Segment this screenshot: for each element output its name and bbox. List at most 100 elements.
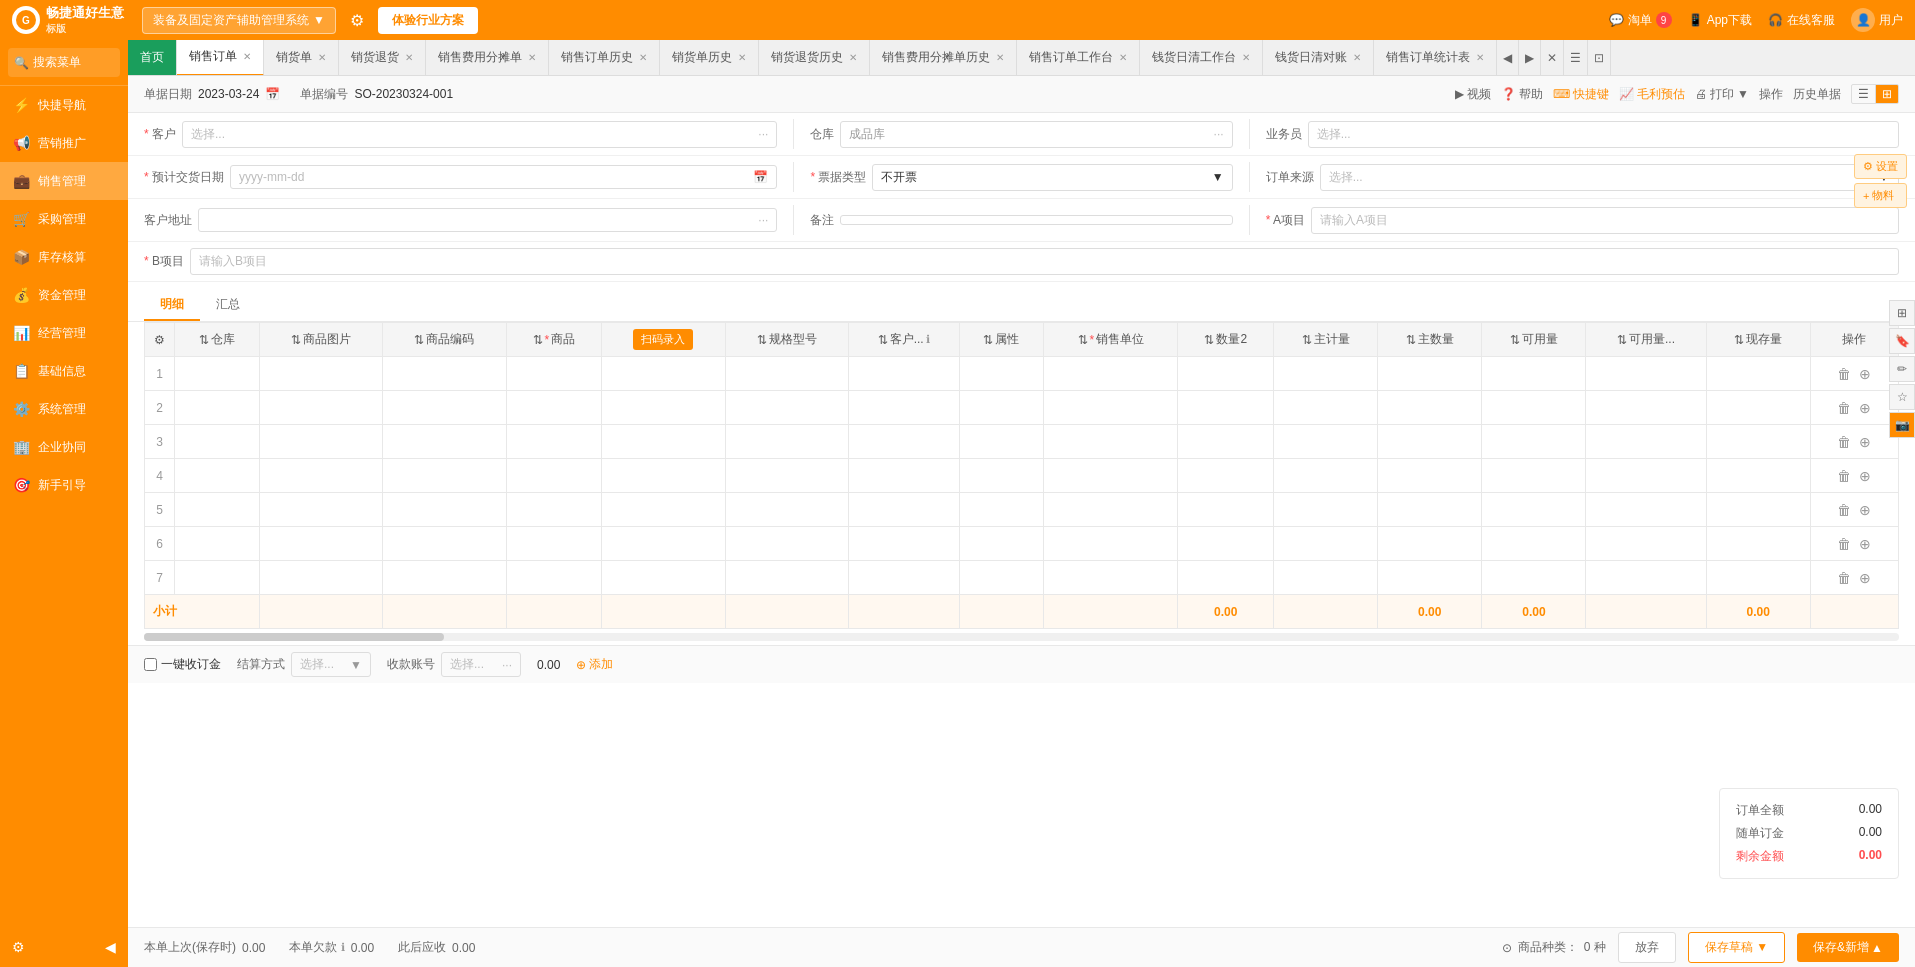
invoice-type-select[interactable]: 不开票 ▼ <box>872 164 1232 191</box>
print-btn[interactable]: 🖨 打印 ▼ <box>1695 86 1749 103</box>
copy-row-btn[interactable]: ⊕ <box>1857 398 1873 418</box>
tab-close-icon[interactable]: ✕ <box>243 51 251 62</box>
settings-side-btn[interactable]: ⚙ 设置 <box>1854 154 1907 179</box>
tab-fullscreen-btn[interactable]: ⊡ <box>1588 40 1611 76</box>
delete-row-btn[interactable]: 🗑 <box>1835 534 1853 554</box>
tab-sales-order-stats[interactable]: 销售订单统计表 ✕ <box>1374 40 1497 76</box>
copy-row-btn[interactable]: ⊕ <box>1857 364 1873 384</box>
copy-row-btn[interactable]: ⊕ <box>1857 432 1873 452</box>
address-input[interactable]: ··· <box>198 208 777 232</box>
tab-close-icon[interactable]: ✕ <box>996 52 1004 63</box>
checkbox[interactable] <box>144 658 157 671</box>
footer-add-btn[interactable]: ⊕ 添加 <box>576 656 613 673</box>
tab-list-btn[interactable]: ☰ <box>1564 40 1588 76</box>
tab-close-icon[interactable]: ✕ <box>405 52 413 63</box>
b-project-input[interactable]: 请输入B项目 <box>190 248 1899 275</box>
tab-sales-fee-split[interactable]: 销售费用分摊单 ✕ <box>426 40 549 76</box>
sidebar-collapse-btn[interactable]: ◀ <box>101 935 120 959</box>
th-settings[interactable]: ⚙ <box>145 323 175 357</box>
sidebar-item-sales[interactable]: 💼 销售管理 <box>0 162 128 200</box>
delete-row-btn[interactable]: 🗑 <box>1835 500 1853 520</box>
tab-sales-order[interactable]: 销售订单 ✕ <box>177 40 264 76</box>
history-btn[interactable]: 历史单据 <box>1793 86 1841 103</box>
tab-cash-daily-reconcile[interactable]: 钱货日清对账 ✕ <box>1263 40 1374 76</box>
right-panel-btn-1[interactable]: ⊞ <box>1889 300 1915 326</box>
scrollbar-thumb[interactable] <box>144 633 444 641</box>
calendar-icon[interactable]: 📅 <box>265 87 280 101</box>
app-download-item[interactable]: 📱 App下载 <box>1688 12 1752 29</box>
tab-menu-btn[interactable]: ✕ <box>1541 40 1564 76</box>
industry-btn[interactable]: 体验行业方案 <box>378 7 478 34</box>
profit-btn[interactable]: 📈 毛利预估 <box>1619 86 1685 103</box>
discard-btn[interactable]: 放弃 <box>1618 932 1676 963</box>
copy-row-btn[interactable]: ⊕ <box>1857 568 1873 588</box>
info-icon[interactable]: ℹ <box>926 333 930 346</box>
tab-close-icon[interactable]: ✕ <box>318 52 326 63</box>
sidebar-item-purchase[interactable]: 🛒 采购管理 <box>0 200 128 238</box>
salesperson-input[interactable]: 选择... <box>1308 121 1899 148</box>
user-item[interactable]: 👤 用户 <box>1851 8 1903 32</box>
delete-row-btn[interactable]: 🗑 <box>1835 432 1853 452</box>
delivery-date-input[interactable]: yyyy-mm-dd 📅 <box>230 165 777 189</box>
save-new-btn[interactable]: 保存&新增 ▲ <box>1797 933 1899 962</box>
right-panel-btn-3[interactable]: ✏ <box>1889 356 1915 382</box>
copy-row-btn[interactable]: ⊕ <box>1857 466 1873 486</box>
delete-row-btn[interactable]: 🗑 <box>1835 568 1853 588</box>
sidebar-item-basic-info[interactable]: 📋 基础信息 <box>0 352 128 390</box>
settings-icon[interactable]: ⚙ <box>346 7 368 34</box>
tab-next-btn[interactable]: ▶ <box>1519 40 1541 76</box>
right-panel-btn-4[interactable]: ☆ <box>1889 384 1915 410</box>
a-project-input[interactable]: 请输入A项目 <box>1311 207 1899 234</box>
collection-account-select[interactable]: 选择... ··· <box>441 652 521 677</box>
right-panel-btn-2[interactable]: 🔖 <box>1889 328 1915 354</box>
save-draft-btn[interactable]: 保存草稿 ▼ <box>1688 932 1785 963</box>
delete-row-btn[interactable]: 🗑 <box>1835 364 1853 384</box>
view-btn-grid[interactable]: ⊞ <box>1876 85 1898 103</box>
sidebar-item-marketing[interactable]: 📢 营销推广 <box>0 124 128 162</box>
sidebar-settings-btn[interactable]: ⚙ <box>8 935 29 959</box>
scan-btn[interactable]: 扫码录入 <box>633 329 693 350</box>
tab-home[interactable]: 首页 <box>128 40 177 76</box>
copy-row-btn[interactable]: ⊕ <box>1857 500 1873 520</box>
tab-sales-fee-history[interactable]: 销售费用分摊单历史 ✕ <box>870 40 1017 76</box>
sidebar-item-guide[interactable]: 🎯 新手引导 <box>0 466 128 504</box>
search-menu-btn[interactable]: 🔍 搜索菜单 <box>8 48 120 77</box>
help-btn[interactable]: ❓ 帮助 <box>1501 86 1543 103</box>
tab-cash-daily-workbench[interactable]: 钱货日清工作台 ✕ <box>1140 40 1263 76</box>
tab-sales-order-history[interactable]: 销售订单历史 ✕ <box>549 40 660 76</box>
xiaoman-item[interactable]: 💬 淘单 9 <box>1609 12 1672 29</box>
sidebar-search[interactable]: 🔍 搜索菜单 <box>0 40 128 86</box>
order-source-select[interactable]: 选择... ▼ <box>1320 164 1899 191</box>
sidebar-item-finance[interactable]: 💰 资金管理 <box>0 276 128 314</box>
tab-sales-refund[interactable]: 销货退货 ✕ <box>339 40 426 76</box>
view-btn-list[interactable]: ☰ <box>1852 85 1876 103</box>
sidebar-item-quick-nav[interactable]: ⚡ 快捷导航 <box>0 86 128 124</box>
delete-row-btn[interactable]: 🗑 <box>1835 466 1853 486</box>
tab-close-icon[interactable]: ✕ <box>738 52 746 63</box>
shortcut-btn[interactable]: ⌨ 快捷键 <box>1553 86 1609 103</box>
sidebar-item-system[interactable]: ⚙️ 系统管理 <box>0 390 128 428</box>
view-video-btn[interactable]: ▶ 视频 <box>1455 86 1491 103</box>
remark-input[interactable] <box>840 215 1232 225</box>
sidebar-item-enterprise[interactable]: 🏢 企业协同 <box>0 428 128 466</box>
material-side-btn[interactable]: + 物料 <box>1854 183 1907 208</box>
tab-prev-btn[interactable]: ◀ <box>1497 40 1519 76</box>
tab-close-icon[interactable]: ✕ <box>1476 52 1484 63</box>
tab-sales-return[interactable]: 销货单 ✕ <box>264 40 339 76</box>
tab-sales-refund-history[interactable]: 销货退货历史 ✕ <box>759 40 870 76</box>
tab-detail[interactable]: 明细 <box>144 290 200 321</box>
customer-input[interactable]: 选择... ··· <box>182 121 777 148</box>
action-btn[interactable]: 操作 <box>1759 86 1783 103</box>
tab-close-icon[interactable]: ✕ <box>1242 52 1250 63</box>
tab-close-icon[interactable]: ✕ <box>528 52 536 63</box>
online-service-item[interactable]: 🎧 在线客服 <box>1768 12 1835 29</box>
tab-close-icon[interactable]: ✕ <box>1353 52 1361 63</box>
tab-close-icon[interactable]: ✕ <box>849 52 857 63</box>
info-icon[interactable]: ℹ <box>341 941 345 953</box>
scrollbar-track[interactable] <box>144 633 1899 641</box>
tab-summary[interactable]: 汇总 <box>200 290 256 321</box>
tab-close-icon[interactable]: ✕ <box>639 52 647 63</box>
sidebar-item-inventory[interactable]: 📦 库存核算 <box>0 238 128 276</box>
sidebar-item-operations[interactable]: 📊 经营管理 <box>0 314 128 352</box>
tab-sales-order-workbench[interactable]: 销售订单工作台 ✕ <box>1017 40 1140 76</box>
